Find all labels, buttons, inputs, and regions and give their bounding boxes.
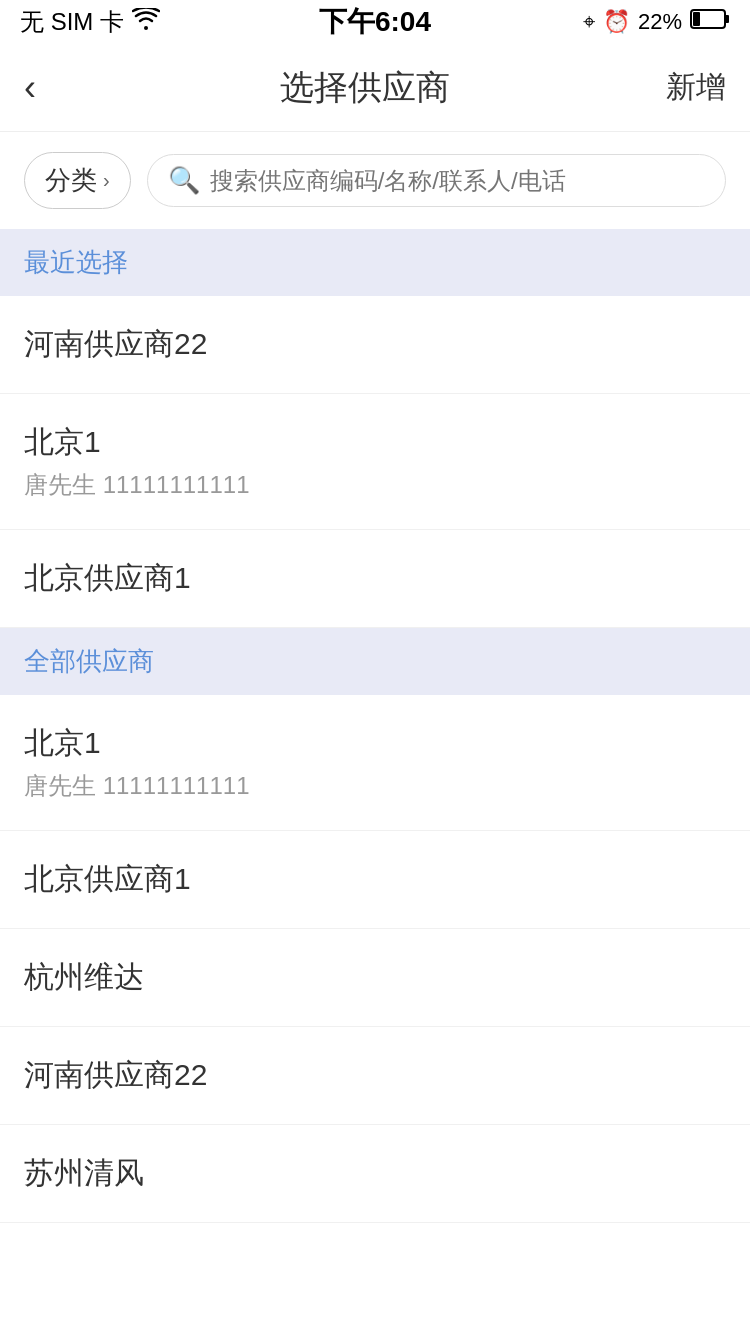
recent-list-item[interactable]: 河南供应商22 [0,296,750,394]
back-button[interactable]: ‹ [24,67,84,109]
item-sub: 唐先生 11111111111 [24,469,726,501]
category-filter-button[interactable]: 分类 › [24,152,131,209]
all-list-item[interactable]: 北京供应商1 [0,831,750,929]
category-label: 分类 [45,163,97,198]
all-section-header: 全部供应商 [0,628,750,695]
page-title: 选择供应商 [280,65,450,111]
item-name: 北京1 [24,723,726,764]
svg-rect-1 [725,15,729,23]
recent-section-header: 最近选择 [0,229,750,296]
all-section-label: 全部供应商 [24,646,154,676]
recent-section-label: 最近选择 [24,247,128,277]
location-icon: ⌖ [583,9,595,35]
search-icon: 🔍 [168,165,200,196]
battery-percent: 22% [638,9,682,35]
status-time: 下午6:04 [319,3,431,41]
recent-items-list: 河南供应商22 北京1 唐先生 11111111111 北京供应商1 [0,296,750,628]
wifi-icon [132,8,160,36]
item-name: 北京供应商1 [24,859,726,900]
recent-list-item[interactable]: 北京1 唐先生 11111111111 [0,394,750,530]
item-name: 河南供应商22 [24,324,726,365]
svg-rect-2 [693,12,700,26]
search-input[interactable] [210,167,705,195]
all-items-list: 北京1 唐先生 11111111111 北京供应商1 杭州维达河南供应商22 苏州清风 [0,695,750,1223]
item-sub: 唐先生 11111111111 [24,770,726,802]
alarm-icon: ⏰ [603,9,630,35]
nav-bar: ‹ 选择供应商 新增 [0,44,750,132]
status-left: 无 SIM 卡 [20,6,160,38]
item-name: 北京1 [24,422,726,463]
chevron-right-icon: › [103,169,110,192]
all-list-item[interactable]: 河南供应商22 [0,1027,750,1125]
search-box[interactable]: 🔍 [147,154,726,207]
add-button[interactable]: 新增 [646,67,726,108]
item-name: 北京供应商1 [24,558,726,599]
battery-icon [690,9,730,35]
item-name: 苏州清风 [24,1153,726,1194]
status-bar: 无 SIM 卡 下午6:04 ⌖ ⏰ 22% [0,0,750,44]
item-name: 河南供应商22 [24,1055,726,1096]
all-list-item[interactable]: 杭州维达 [0,929,750,1027]
all-list-item[interactable]: 苏州清风 [0,1125,750,1223]
sim-label: 无 SIM 卡 [20,6,124,38]
status-right: ⌖ ⏰ 22% [583,9,730,35]
recent-list-item[interactable]: 北京供应商1 [0,530,750,628]
item-name: 杭州维达 [24,957,726,998]
all-list-item[interactable]: 北京1 唐先生 11111111111 [0,695,750,831]
filter-row: 分类 › 🔍 [0,132,750,229]
